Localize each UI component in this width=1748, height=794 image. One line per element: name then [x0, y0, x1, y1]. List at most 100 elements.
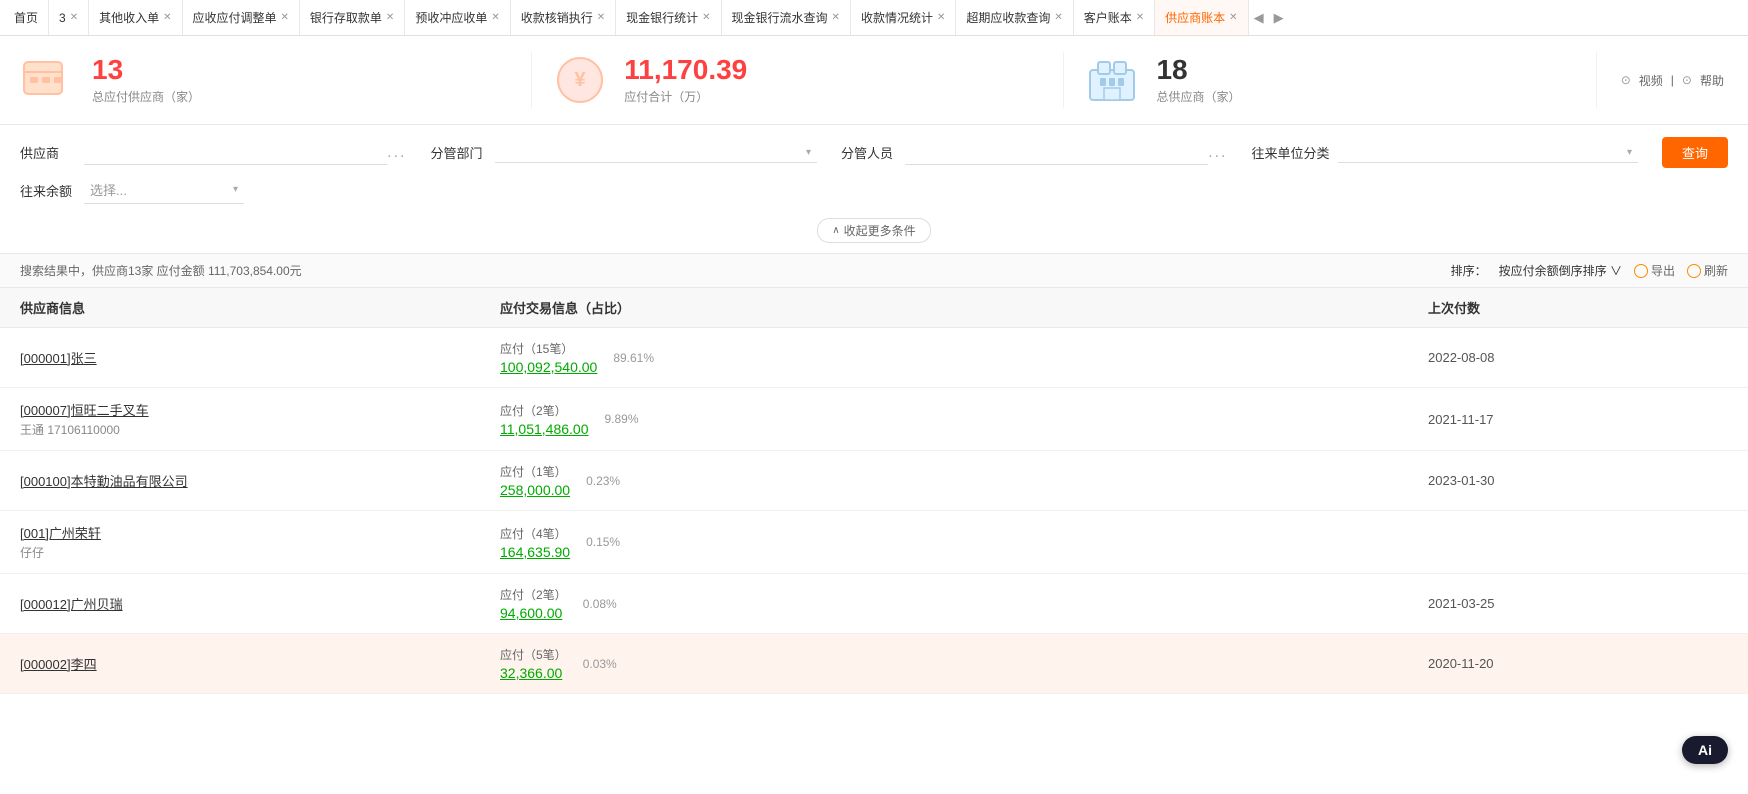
- tx-amount[interactable]: 32,366.00: [500, 665, 567, 681]
- tx-label: 应付（2笔）: [500, 402, 589, 419]
- supplier-link[interactable]: [000001]张三: [20, 348, 500, 367]
- search-button[interactable]: 查询: [1662, 137, 1728, 168]
- close-icon[interactable]: ✕: [832, 12, 840, 23]
- filter-row-1: 供应商 ... 分管部门 ▾ 分管人员 ... 往来单位分类: [20, 137, 1728, 168]
- export-button[interactable]: 导出: [1634, 262, 1675, 279]
- results-actions: 排序： 按应付余额倒序排序 ∨ 导出 刷新: [1451, 262, 1728, 279]
- refresh-label: 刷新: [1704, 262, 1728, 279]
- collapse-arrow-icon: ∧: [832, 225, 839, 236]
- transaction-cell: 应付（2笔） 94,600.00 0.08%: [500, 586, 1428, 621]
- nav-tab-ar-ap-adjust[interactable]: 应收应付调整单 ✕: [183, 0, 300, 36]
- filter-balance: 往来余额 选择... ▾: [20, 176, 1704, 204]
- stat-item-total-suppliers: 18 总供应商（家）: [1064, 52, 1596, 108]
- dept-chevron-down-icon: ▾: [806, 147, 811, 158]
- video-link[interactable]: 视频: [1639, 72, 1663, 89]
- close-icon[interactable]: ✕: [597, 12, 605, 23]
- tx-amount[interactable]: 11,051,486.00: [500, 421, 589, 437]
- tx-amount[interactable]: 94,600.00: [500, 605, 567, 621]
- tx-label: 应付（2笔）: [500, 586, 567, 603]
- balance-label: 往来余额: [20, 181, 76, 200]
- nav-next-arrow[interactable]: ▶: [1269, 0, 1289, 36]
- top-nav: 首页 3 ✕ 其他收入单 ✕ 应收应付调整单 ✕ 银行存取款单 ✕ 预收冲应收单…: [0, 0, 1748, 36]
- tx-amount[interactable]: 100,092,540.00: [500, 359, 597, 375]
- tx-amount[interactable]: 164,635.90: [500, 544, 570, 560]
- nav-tab-3[interactable]: 3 ✕: [49, 0, 89, 36]
- nav-prev-arrow[interactable]: ◀: [1249, 0, 1269, 36]
- close-active-icon[interactable]: ✕: [1229, 12, 1237, 23]
- refresh-button[interactable]: 刷新: [1687, 262, 1728, 279]
- close-icon[interactable]: ✕: [702, 12, 710, 23]
- close-icon[interactable]: ✕: [491, 12, 499, 23]
- collapse-button[interactable]: ∧ 收起更多条件: [817, 218, 930, 243]
- supplier-link[interactable]: [000012]广州贝瑞: [20, 594, 500, 613]
- transaction-cell: 应付（2笔） 11,051,486.00 9.89%: [500, 402, 1428, 437]
- transaction-cell: 应付（5笔） 32,366.00 0.03%: [500, 646, 1428, 681]
- table-row[interactable]: [000001]张三 应付（15笔） 100,092,540.00 89.61%…: [0, 328, 1748, 388]
- table-row[interactable]: [000100]本特勤油品有限公司 应付（1笔） 258,000.00 0.23…: [0, 451, 1748, 511]
- person-input[interactable]: [905, 141, 1208, 165]
- last-pay-cell: 2022-08-08: [1428, 350, 1728, 365]
- supplier-link[interactable]: [000002]李四: [20, 654, 500, 673]
- total-supplier-icon: [1084, 52, 1140, 108]
- table-row[interactable]: [001]广州荣轩 仔仔 应付（4笔） 164,635.90 0.15%: [0, 511, 1748, 574]
- close-icon[interactable]: ✕: [386, 12, 394, 23]
- payable-supplier-label: 总应付供应商（家）: [92, 88, 200, 105]
- supplier-cell: [000001]张三: [20, 348, 500, 367]
- nav-tab-customer-ledger[interactable]: 客户账本 ✕: [1074, 0, 1155, 36]
- nav-tab-collection-stats[interactable]: 收款情况统计 ✕: [851, 0, 956, 36]
- ai-button[interactable]: Ai: [1682, 736, 1728, 764]
- table-row[interactable]: [000007]恒旺二手叉车 王通 17106110000 应付（2笔） 11,…: [0, 388, 1748, 451]
- tx-label: 应付（15笔）: [500, 340, 597, 357]
- payable-supplier-icon: [20, 52, 76, 108]
- tx-amount[interactable]: 258,000.00: [500, 482, 570, 498]
- tx-label: 应付（4笔）: [500, 525, 570, 542]
- stat-content-total-suppliers: 18 总供应商（家）: [1156, 56, 1240, 105]
- stat-content-payable: 13 总应付供应商（家）: [92, 56, 200, 105]
- supplier-input[interactable]: [84, 141, 387, 165]
- sort-select[interactable]: 按应付余额倒序排序 ∨: [1499, 262, 1622, 279]
- table-row[interactable]: [000012]广州贝瑞 应付（2笔） 94,600.00 0.08% 2021…: [0, 574, 1748, 634]
- results-summary: 搜索结果中，供应商13家 应付金额 111,703,854.00元: [20, 262, 1451, 279]
- nav-tab-overdue-ar[interactable]: 超期应收款查询 ✕: [956, 0, 1073, 36]
- supplier-dots-icon[interactable]: ...: [387, 144, 406, 162]
- nav-tab-supplier-ledger[interactable]: 供应商账本 ✕: [1155, 0, 1248, 36]
- page-wrapper: 首页 3 ✕ 其他收入单 ✕ 应收应付调整单 ✕ 银行存取款单 ✕ 预收冲应收单…: [0, 0, 1748, 794]
- nav-tab-cash-bank-stats[interactable]: 现金银行统计 ✕: [616, 0, 721, 36]
- close-icon[interactable]: ✕: [937, 12, 945, 23]
- category-select[interactable]: ▾: [1338, 143, 1638, 163]
- nav-tab-bank-deposit[interactable]: 银行存取款单 ✕: [300, 0, 405, 36]
- col-header-supplier: 供应商信息: [20, 298, 500, 317]
- nav-tab-cash-bank-flow[interactable]: 现金银行流水查询 ✕: [722, 0, 851, 36]
- supplier-link[interactable]: [000100]本特勤油品有限公司: [20, 471, 500, 490]
- supplier-cell: [000007]恒旺二手叉车 王通 17106110000: [20, 400, 500, 438]
- close-icon[interactable]: ✕: [163, 12, 171, 23]
- nav-tab-prepay-offset[interactable]: 预收冲应收单 ✕: [405, 0, 510, 36]
- close-icon[interactable]: ✕: [1054, 12, 1062, 23]
- col-header-last-pay: 上次付数: [1428, 298, 1728, 317]
- sort-chevron-down-icon: ∨: [1610, 264, 1622, 278]
- close-tab-3-icon[interactable]: ✕: [70, 12, 78, 23]
- export-icon: [1634, 264, 1648, 278]
- results-bar: 搜索结果中，供应商13家 应付金额 111,703,854.00元 排序： 按应…: [0, 254, 1748, 288]
- nav-tab-other-income[interactable]: 其他收入单 ✕: [89, 0, 182, 36]
- close-icon[interactable]: ✕: [281, 12, 289, 23]
- nav-tab-collection-verify[interactable]: 收款核销执行 ✕: [511, 0, 616, 36]
- nav-tab-home[interactable]: 首页: [4, 0, 49, 36]
- table-row[interactable]: [000002]李四 应付（5笔） 32,366.00 0.03% 2020-1…: [0, 634, 1748, 694]
- supplier-cell: [001]广州荣轩 仔仔: [20, 523, 500, 561]
- transaction-cell: 应付（4笔） 164,635.90 0.15%: [500, 525, 1428, 560]
- total-supplier-value: 18: [1156, 56, 1240, 84]
- payable-total-label: 应付合计（万）: [624, 88, 747, 105]
- person-dots-icon[interactable]: ...: [1208, 144, 1227, 162]
- supplier-sub: 仔仔: [20, 544, 500, 561]
- dept-select[interactable]: ▾: [495, 143, 818, 163]
- supplier-cell: [000012]广州贝瑞: [20, 594, 500, 613]
- supplier-link[interactable]: [000007]恒旺二手叉车: [20, 400, 500, 419]
- stats-bar: 13 总应付供应商（家） ¥ 11,170.39 应付合计（万）: [0, 36, 1748, 125]
- tx-label: 应付（1笔）: [500, 463, 570, 480]
- help-link[interactable]: 帮助: [1700, 72, 1724, 89]
- close-icon[interactable]: ✕: [1136, 12, 1144, 23]
- balance-select[interactable]: 选择... ▾: [84, 176, 244, 204]
- last-pay-cell: 2021-11-17: [1428, 412, 1728, 427]
- supplier-link[interactable]: [001]广州荣轩: [20, 523, 500, 542]
